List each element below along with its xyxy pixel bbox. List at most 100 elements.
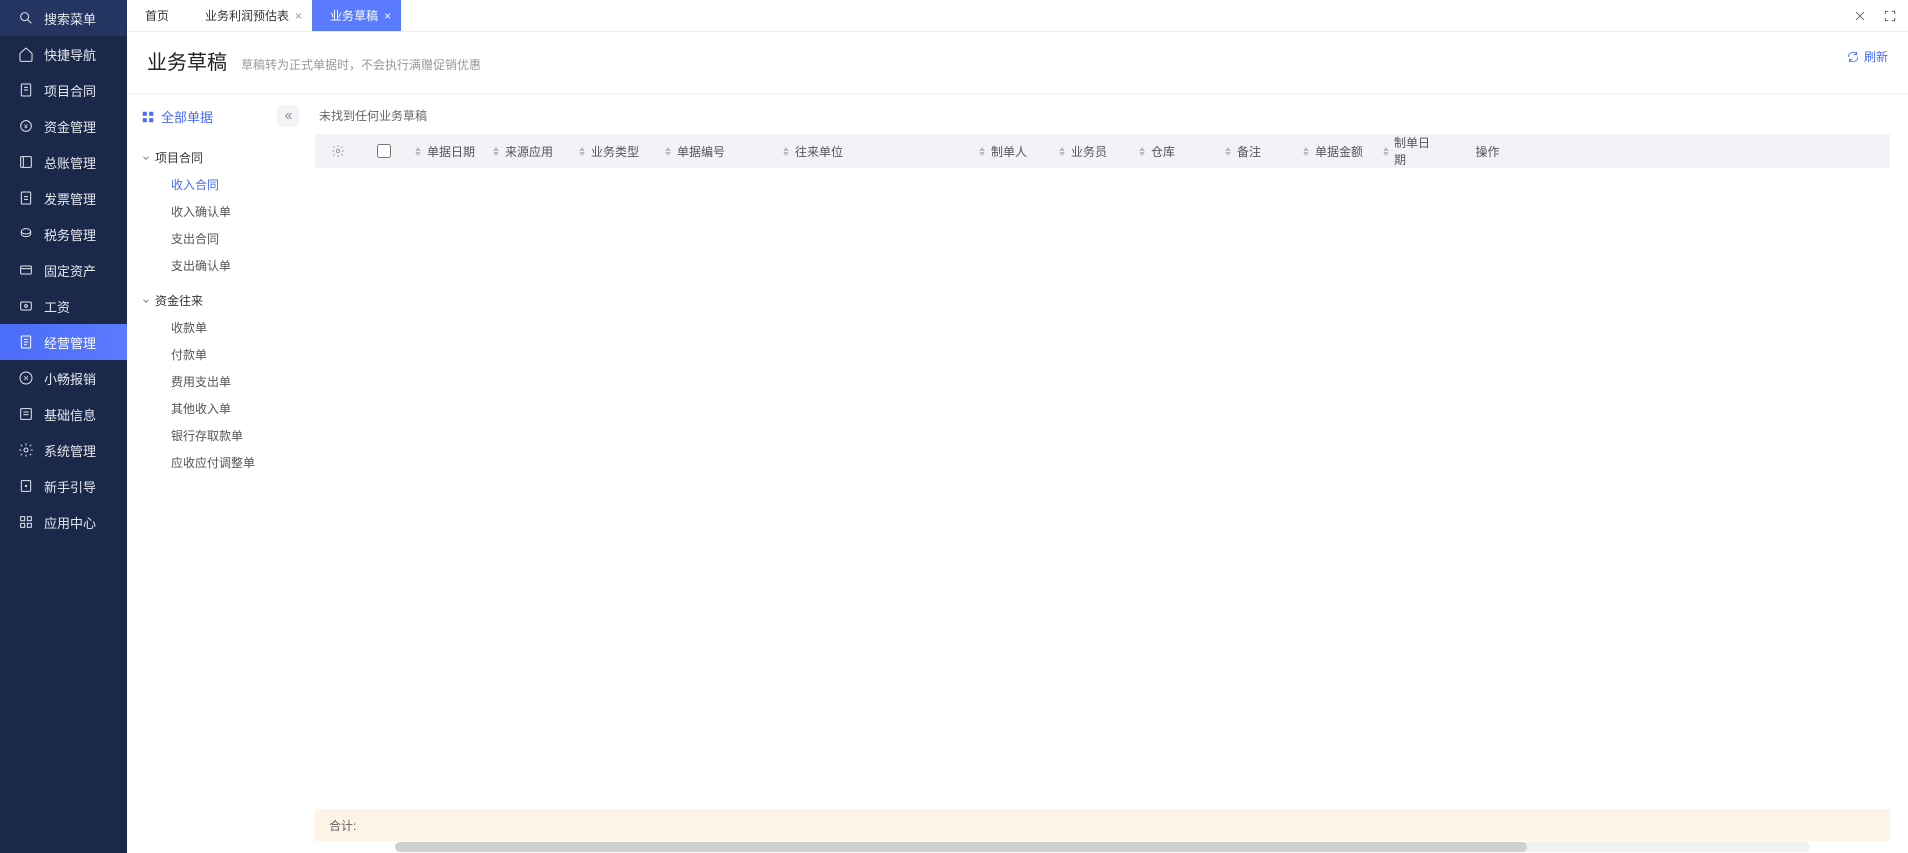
column-settings[interactable] [315,144,361,158]
tab-business-draft[interactable]: 业务草稿 × [312,0,401,31]
column-salesman[interactable]: 业务员 [1051,143,1131,160]
sidebar-item-general-ledger[interactable]: 总账管理 [0,144,127,180]
close-icon[interactable]: × [295,9,302,23]
filter-child-income-confirm[interactable]: 收入确认单 [141,198,297,225]
filter-child-income-contract[interactable]: 收入合同 [141,171,297,198]
sidebar-item-project-contract[interactable]: 项目合同 [0,72,127,108]
filter-child-receipt[interactable]: 收款单 [141,314,297,341]
reimburse-icon [18,370,34,386]
group-header[interactable]: 资金往来 [141,287,297,314]
sidebar-item-search-menu[interactable]: 搜索菜单 [0,0,127,36]
sidebar-item-label: 系统管理 [44,441,96,460]
column-doc-no[interactable]: 单据编号 [657,143,775,160]
close-all-tabs-icon[interactable] [1852,8,1868,24]
refresh-button[interactable]: 刷新 [1846,48,1888,65]
sidebar-item-label: 总账管理 [44,153,96,172]
sort-icon [1139,145,1147,157]
close-icon[interactable]: × [384,9,391,23]
column-doc-date[interactable]: 单据日期 [407,143,485,160]
filter-child-expense-confirm[interactable]: 支出确认单 [141,252,297,279]
sidebar-item-tax-mgmt[interactable]: 税务管理 [0,216,127,252]
tab-label: 业务草稿 [330,7,378,24]
sidebar-item-business-mgmt[interactable]: 经营管理 [0,324,127,360]
column-select-all[interactable] [361,144,407,158]
group-label: 资金往来 [155,292,203,309]
filter-child-ar-ap-adjust[interactable]: 应收应付调整单 [141,449,297,476]
column-amount[interactable]: 单据金额 [1295,143,1375,160]
fullscreen-icon[interactable] [1882,8,1898,24]
table-wrapper: 单据日期 来源应用 业务类型 单据编号 往来单位 制单人 业务员 仓库 备注 单… [315,134,1890,853]
page-body: 全部单据 项目合同 收入合同 收入确认单 支出合同 支出确认单 [127,93,1908,853]
sidebar-item-label: 小畅报销 [44,369,96,388]
tab-label: 业务利润预估表 [205,7,289,24]
footer-total-label: 合计: [329,817,356,834]
tab-bar: 首页 业务利润预估表 × 业务草稿 × [127,0,1908,32]
select-all-checkbox[interactable] [377,144,391,158]
refresh-icon [1846,50,1860,64]
sidebar-item-label: 发票管理 [44,189,96,208]
table-body-empty [315,168,1890,809]
sidebar-item-basic-info[interactable]: 基础信息 [0,396,127,432]
chevron-down-icon [141,296,151,306]
column-biz-type[interactable]: 业务类型 [571,143,657,160]
column-note[interactable]: 备注 [1217,143,1295,160]
sort-icon [979,145,987,157]
sidebar-item-label: 搜索菜单 [44,9,96,28]
sidebar-item-salary[interactable]: 工资 [0,288,127,324]
sidebar-item-guide[interactable]: 新手引导 [0,468,127,504]
business-icon [18,334,34,350]
scroll-track [395,842,1810,852]
invoice-icon [18,190,34,206]
group-label: 项目合同 [155,149,203,166]
body-inner: 全部单据 项目合同 收入合同 收入确认单 支出合同 支出确认单 [127,95,1908,853]
sidebar-item-label: 新手引导 [44,477,96,496]
table-header-row: 单据日期 来源应用 业务类型 单据编号 往来单位 制单人 业务员 仓库 备注 单… [315,134,1890,168]
sidebar-item-system-mgmt[interactable]: 系统管理 [0,432,127,468]
sidebar-item-label: 经营管理 [44,333,96,352]
grid-icon [141,110,155,124]
sidebar-item-invoice-mgmt[interactable]: 发票管理 [0,180,127,216]
gear-icon [331,144,345,158]
column-source-app[interactable]: 来源应用 [485,143,571,160]
group-header[interactable]: 项目合同 [141,144,297,171]
all-docs-link[interactable]: 全部单据 [141,107,297,126]
ledger-icon [18,154,34,170]
column-maker[interactable]: 制单人 [971,143,1051,160]
tab-label: 首页 [145,7,169,24]
sidebar-item-label: 项目合同 [44,81,96,100]
sidebar-item-fund-mgmt[interactable]: ¥ 资金管理 [0,108,127,144]
tab-home[interactable]: 首页 [127,0,187,31]
sidebar-item-fixed-assets[interactable]: 固定资产 [0,252,127,288]
column-action: 操作 [1445,143,1531,160]
scroll-thumb[interactable] [395,842,1527,852]
filter-child-payment[interactable]: 付款单 [141,341,297,368]
column-party[interactable]: 往来单位 [775,143,971,160]
filter-child-other-income[interactable]: 其他收入单 [141,395,297,422]
sidebar-item-reimburse[interactable]: 小畅报销 [0,360,127,396]
filter-group-project-contract: 项目合同 收入合同 收入确认单 支出合同 支出确认单 [141,144,297,279]
sidebar-item-quick-nav[interactable]: 快捷导航 [0,36,127,72]
sidebar-item-app-center[interactable]: 应用中心 [0,504,127,540]
chevron-left-double-icon [282,110,294,122]
page-subtitle: 草稿转为正式单据时，不会执行满赠促销优惠 [241,56,481,73]
tabbar-actions [1852,0,1898,32]
sort-icon [1059,145,1067,157]
column-warehouse[interactable]: 仓库 [1131,143,1217,160]
info-icon [18,406,34,422]
sidebar-item-label: 固定资产 [44,261,96,280]
horizontal-scrollbar[interactable] [315,841,1890,853]
apps-icon [18,514,34,530]
coin-icon: ¥ [18,118,34,134]
sort-icon [1303,145,1311,157]
collapse-panel-button[interactable] [277,105,299,127]
filter-child-bank-deposit[interactable]: 银行存取款单 [141,422,297,449]
search-icon [18,10,34,26]
tab-profit-estimate[interactable]: 业务利润预估表 × [187,0,312,31]
filter-child-expense-sheet[interactable]: 费用支出单 [141,368,297,395]
filter-child-expense-contract[interactable]: 支出合同 [141,225,297,252]
column-make-date[interactable]: 制单日期 [1375,134,1445,168]
sort-icon [579,145,587,157]
refresh-label: 刷新 [1864,48,1888,65]
filter-group-fund: 资金往来 收款单 付款单 费用支出单 其他收入单 银行存取款单 应收应付调整单 [141,287,297,476]
home-icon [18,46,34,62]
